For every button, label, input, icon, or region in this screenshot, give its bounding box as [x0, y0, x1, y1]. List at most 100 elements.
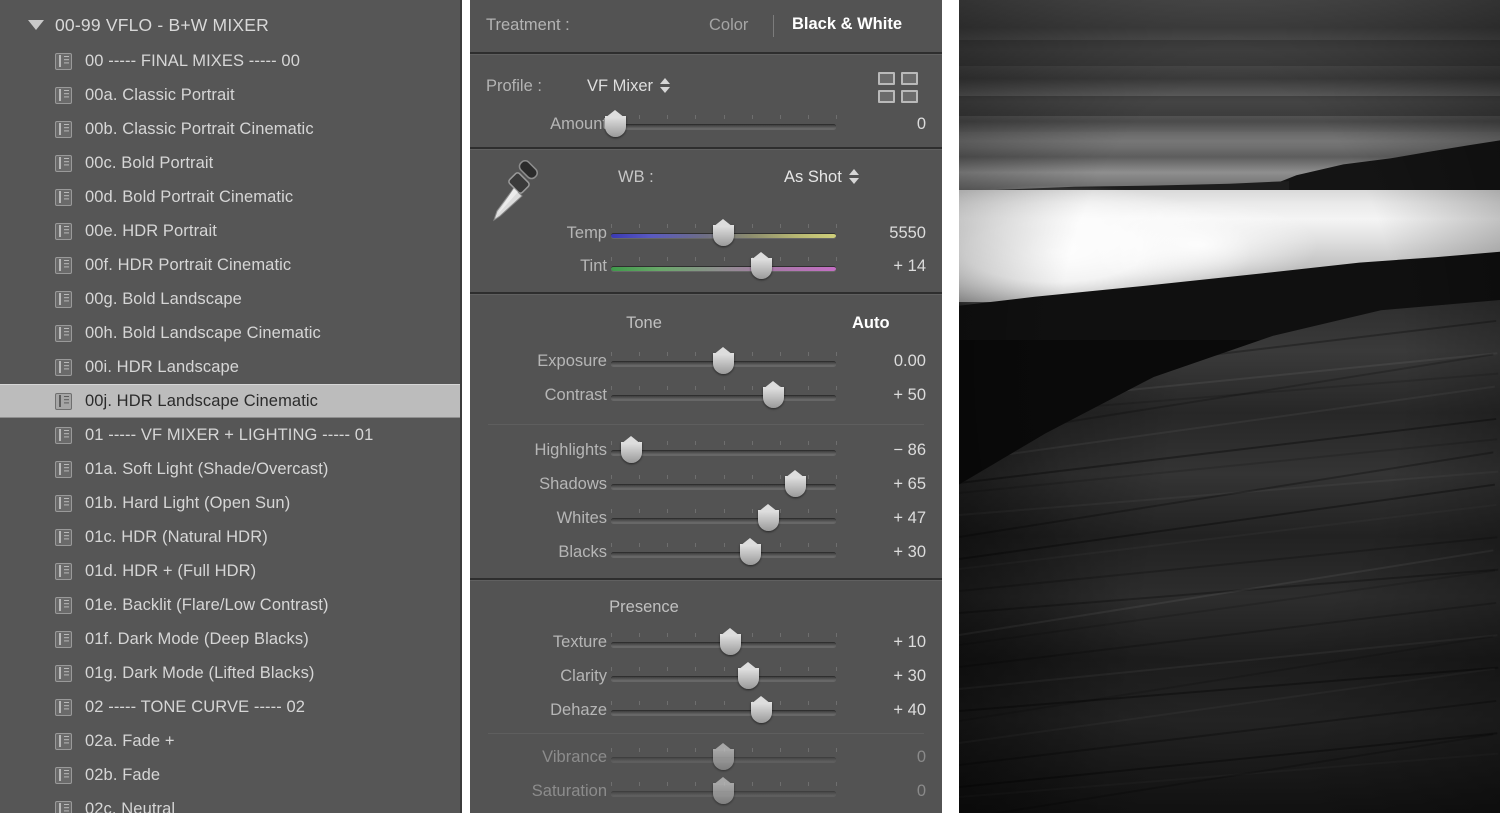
slider-handle[interactable] — [720, 634, 741, 655]
preset-group-header[interactable]: 00-99 VFLO - B+W MIXER — [0, 10, 462, 40]
eyedropper-icon[interactable] — [488, 160, 550, 226]
stepper-icon[interactable] — [849, 168, 859, 185]
grid-2x2-icon[interactable] — [878, 72, 920, 106]
slider-value[interactable]: + 65 — [848, 475, 926, 494]
profile-value[interactable]: VF Mixer — [587, 77, 670, 96]
slider-track[interactable] — [611, 266, 836, 271]
preset-row[interactable]: 01a. Soft Light (Shade/Overcast) — [0, 452, 462, 486]
preset-row[interactable]: 00h. Bold Landscape Cinematic — [0, 316, 462, 350]
preset-row[interactable]: 00d. Bold Portrait Cinematic — [0, 180, 462, 214]
slider-temp[interactable]: Temp 5550 — [470, 222, 942, 248]
preset-row[interactable]: 00e. HDR Portrait — [0, 214, 462, 248]
slider-ticks — [611, 441, 836, 446]
treatment-bw-option[interactable]: Black & White — [792, 15, 902, 34]
presets-sidebar[interactable]: 00-99 VFLO - B+W MIXER 00 ----- FINAL MI… — [0, 0, 462, 813]
preset-row[interactable]: 00g. Bold Landscape — [0, 282, 462, 316]
preset-row[interactable]: 01e. Backlit (Flare/Low Contrast) — [0, 588, 462, 622]
slider-value[interactable]: + 14 — [848, 257, 926, 276]
slider-handle[interactable] — [740, 544, 761, 565]
preset-row[interactable]: 01f. Dark Mode (Deep Blacks) — [0, 622, 462, 656]
slider-value[interactable]: 0.00 — [848, 352, 926, 371]
preset-row[interactable]: 02b. Fade — [0, 758, 462, 792]
slider-tint[interactable]: Tint+ 14 — [470, 255, 942, 281]
preset-row-selected[interactable]: 00j. HDR Landscape Cinematic — [0, 384, 462, 418]
develop-basic-panel[interactable]: Treatment : Color Black & White Profile … — [470, 0, 942, 813]
slider-value[interactable]: + 47 — [848, 509, 926, 528]
slider-track[interactable] — [611, 450, 836, 455]
triangle-down-icon[interactable] — [28, 20, 44, 30]
slider-handle[interactable] — [758, 510, 779, 531]
slider-handle[interactable] — [605, 116, 626, 137]
slider-handle[interactable] — [713, 353, 734, 374]
preset-row[interactable]: 00f. HDR Portrait Cinematic — [0, 248, 462, 282]
preset-row[interactable]: 01c. HDR (Natural HDR) — [0, 520, 462, 554]
preset-label: 00d. Bold Portrait Cinematic — [85, 188, 293, 207]
slider-handle[interactable] — [621, 442, 642, 463]
slider-handle[interactable] — [751, 258, 772, 279]
preset-row[interactable]: 00 ----- FINAL MIXES ----- 00 — [0, 44, 462, 78]
slider-ticks — [611, 667, 836, 672]
slider-handle[interactable] — [751, 702, 772, 723]
slider-amount[interactable]: Amount 0 — [470, 113, 942, 139]
preset-row[interactable]: 01 ----- VF MIXER + LIGHTING ----- 01 — [0, 418, 462, 452]
treatment-color-option[interactable]: Color — [709, 16, 748, 35]
slider-texture[interactable]: Texture+ 10 — [470, 631, 942, 657]
slider-value[interactable]: − 86 — [848, 441, 926, 460]
slider-label: Dehaze — [550, 701, 607, 720]
slider-ticks — [611, 257, 836, 262]
stepper-icon[interactable] — [660, 77, 670, 94]
preset-row[interactable]: 01g. Dark Mode (Lifted Blacks) — [0, 656, 462, 690]
slider-exposure[interactable]: Exposure0.00 — [470, 350, 942, 376]
slider-track[interactable] — [611, 552, 836, 557]
slider-whites[interactable]: Whites+ 47 — [470, 507, 942, 533]
slider-contrast[interactable]: Contrast+ 50 — [470, 384, 942, 410]
preset-row[interactable]: 00c. Bold Portrait — [0, 146, 462, 180]
preset-row[interactable]: 02c. Neutral — [0, 792, 462, 813]
slider-handle[interactable] — [713, 225, 734, 246]
slider-clarity[interactable]: Clarity+ 30 — [470, 665, 942, 691]
slider-shadows[interactable]: Shadows+ 65 — [470, 473, 942, 499]
slider-track[interactable] — [611, 395, 836, 400]
panel-gap-left — [462, 0, 470, 813]
preset-icon — [55, 495, 72, 512]
slider-handle[interactable] — [738, 668, 759, 689]
slider-value[interactable]: 5550 — [848, 224, 926, 243]
preset-row[interactable]: 01b. Hard Light (Open Sun) — [0, 486, 462, 520]
preset-row[interactable]: 02a. Fade + — [0, 724, 462, 758]
preset-row[interactable]: 01d. HDR + (Full HDR) — [0, 554, 462, 588]
preset-icon — [55, 359, 72, 376]
slider-value[interactable]: + 30 — [848, 667, 926, 686]
photo-preview[interactable] — [959, 0, 1500, 813]
preset-row[interactable]: 00b. Classic Portrait Cinematic — [0, 112, 462, 146]
preset-row[interactable]: 00a. Classic Portrait — [0, 78, 462, 112]
slider-handle — [713, 749, 734, 770]
treatment-separator — [773, 15, 774, 37]
slider-track[interactable] — [611, 710, 836, 715]
preset-label: 00h. Bold Landscape Cinematic — [85, 324, 321, 343]
slider-label: Highlights — [535, 441, 607, 460]
preset-icon — [55, 155, 72, 172]
slider-track[interactable] — [611, 124, 836, 129]
slider-track[interactable] — [611, 676, 836, 681]
auto-tone-button[interactable]: Auto — [852, 314, 890, 333]
slider-handle[interactable] — [785, 476, 806, 497]
slider-handle[interactable] — [763, 387, 784, 408]
slider-value[interactable]: + 40 — [848, 701, 926, 720]
preset-row[interactable]: 00i. HDR Landscape — [0, 350, 462, 384]
slider-label: Temp — [567, 224, 607, 243]
slider-value[interactable]: + 30 — [848, 543, 926, 562]
slider-blacks[interactable]: Blacks+ 30 — [470, 541, 942, 567]
preset-row[interactable]: 02 ----- TONE CURVE ----- 02 — [0, 690, 462, 724]
slider-value[interactable]: + 10 — [848, 633, 926, 652]
slider-dehaze[interactable]: Dehaze + 40 — [470, 699, 942, 725]
preset-label: 01e. Backlit (Flare/Low Contrast) — [85, 596, 329, 615]
preset-icon — [55, 733, 72, 750]
slider-value[interactable]: 0 — [848, 115, 926, 134]
preset-icon — [55, 257, 72, 274]
treatment-label: Treatment : — [486, 16, 570, 35]
slider-highlights[interactable]: Highlights − 86 — [470, 439, 942, 465]
divider-tone-soft — [488, 424, 924, 425]
wb-value[interactable]: As Shot — [784, 168, 859, 187]
slider-track[interactable] — [611, 518, 836, 523]
slider-value[interactable]: + 50 — [848, 386, 926, 405]
